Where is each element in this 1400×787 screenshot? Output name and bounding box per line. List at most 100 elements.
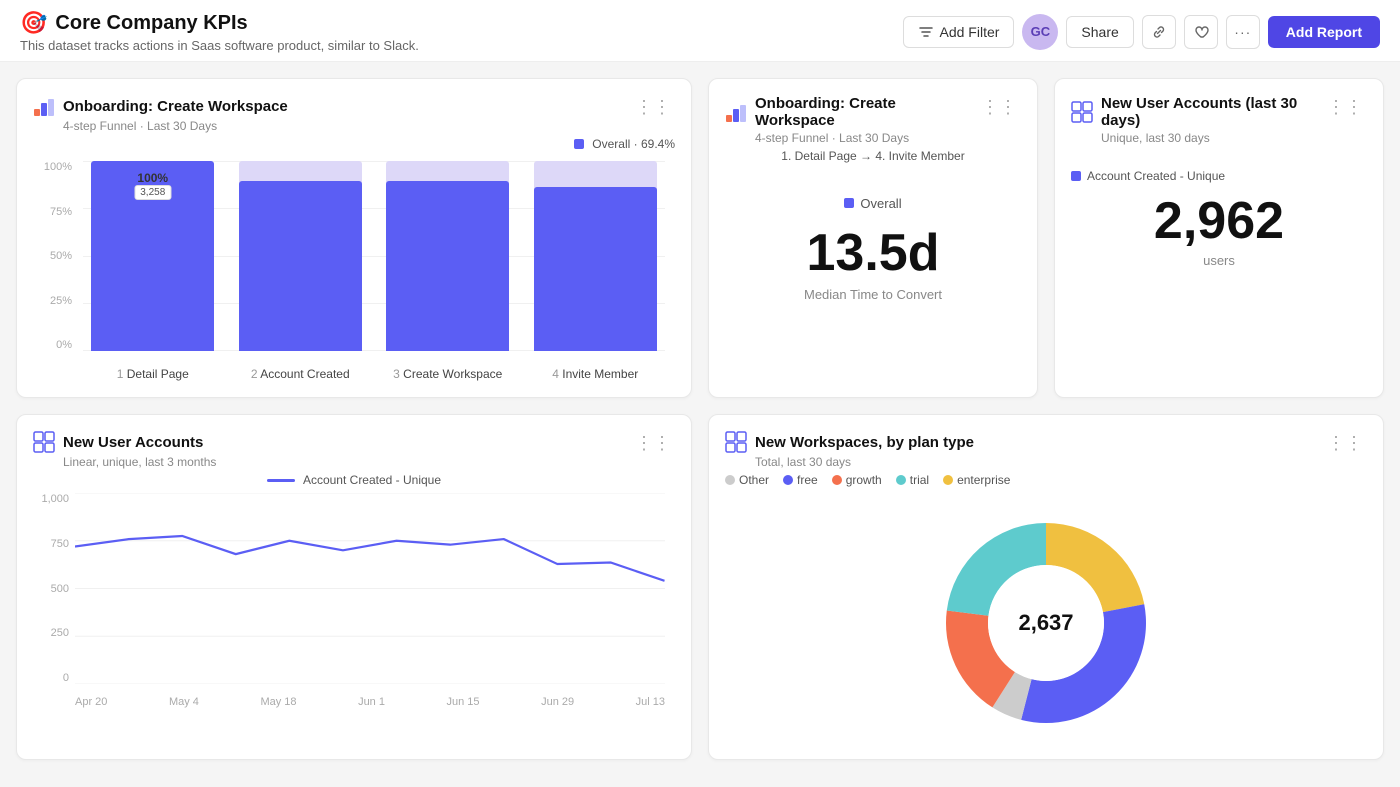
header-actions: Add Filter GC Share ··· Add Report bbox=[903, 14, 1381, 50]
donut-wrapper: 2,637 bbox=[926, 503, 1166, 743]
legend-enterprise: enterprise bbox=[943, 473, 1010, 487]
line-chart-title: New User Accounts bbox=[63, 434, 203, 451]
add-report-button[interactable]: Add Report bbox=[1268, 16, 1380, 48]
link-icon-button[interactable] bbox=[1142, 15, 1176, 49]
bar-fill-4 bbox=[534, 187, 657, 351]
metric-value: 2,962 bbox=[1071, 195, 1367, 247]
add-filter-button[interactable]: Add Filter bbox=[903, 16, 1015, 48]
funnel-left-menu-button[interactable]: ⋮⋮ bbox=[631, 95, 675, 120]
bar-group-2: 89.63% 2,920 bbox=[231, 161, 371, 351]
donut-title: New Workspaces, by plan type bbox=[755, 434, 974, 451]
user-avatar[interactable]: GC bbox=[1022, 14, 1058, 50]
line-chart-icon bbox=[33, 431, 55, 453]
donut-svg-container: 2,637 bbox=[725, 503, 1367, 743]
trial-dot bbox=[896, 475, 906, 485]
funnel-right-title-area: Onboarding: Create Workspace 4-step Funn… bbox=[725, 95, 977, 145]
funnel-right-header: Onboarding: Create Workspace 4-step Funn… bbox=[725, 95, 1021, 145]
donut-legend: Other free growth trial enterprise bbox=[725, 473, 1367, 487]
funnel-right-menu-button[interactable]: ⋮⋮ bbox=[977, 95, 1021, 120]
funnel-left-title-area: Onboarding: Create Workspace 4-step Funn… bbox=[33, 95, 288, 133]
median-value: 13.5d bbox=[725, 227, 1021, 279]
median-subtext: Median Time to Convert bbox=[725, 287, 1021, 302]
metric-card-header: New User Accounts (last 30 days) Unique,… bbox=[1071, 95, 1367, 145]
line-legend-dash bbox=[267, 479, 295, 482]
header-left: 🎯 Core Company KPIs This dataset tracks … bbox=[20, 10, 891, 53]
free-dot bbox=[783, 475, 793, 485]
line-chart-svg-area: 1,000 750 500 250 0 Apr 20 bbox=[33, 493, 675, 708]
donut-chart-header: New Workspaces, by plan type Total, last… bbox=[725, 431, 1367, 469]
bar-group-1: 100% 3,258 bbox=[83, 161, 223, 351]
bar-fill-2 bbox=[239, 181, 362, 351]
enterprise-dot bbox=[943, 475, 953, 485]
x-label-1: 1 Detail Page bbox=[83, 367, 223, 381]
funnel-chart-area: 100% 75% 50% 25% 0% 100% 3,2 bbox=[33, 161, 675, 381]
funnel-left-chart-icon bbox=[33, 95, 55, 117]
donut-menu-button[interactable]: ⋮⋮ bbox=[1323, 431, 1367, 456]
favorite-icon-button[interactable] bbox=[1184, 15, 1218, 49]
line-chart-title-area: New User Accounts Linear, unique, last 3… bbox=[33, 431, 216, 469]
line-chart-legend: Account Created - Unique bbox=[33, 473, 675, 487]
funnel-right-card: Onboarding: Create Workspace 4-step Funn… bbox=[708, 78, 1038, 398]
bar-fill-3 bbox=[386, 181, 509, 351]
bar-group-4: 86.56% 2,261 bbox=[526, 161, 666, 351]
median-display: Overall 13.5d Median Time to Convert bbox=[725, 175, 1021, 312]
page-subtitle: This dataset tracks actions in Saas soft… bbox=[20, 38, 891, 53]
metric-title: New User Accounts (last 30 days) bbox=[1101, 95, 1323, 129]
metric-title-row: New User Accounts (last 30 days) bbox=[1071, 95, 1323, 129]
legend-growth: growth bbox=[832, 473, 882, 487]
bars-container: 100% 3,258 89.63% 2,920 bbox=[83, 161, 665, 351]
top-right-area: Onboarding: Create Workspace 4-step Funn… bbox=[708, 78, 1384, 398]
metric-title-area: New User Accounts (last 30 days) Unique,… bbox=[1071, 95, 1323, 145]
funnel-right-subtitle: 4-step Funnel · Last 30 Days bbox=[755, 131, 977, 145]
funnel-right-chart-icon bbox=[725, 101, 747, 123]
legend-overall-label: Overall · 69.4% bbox=[592, 137, 675, 151]
metric-legend: Account Created - Unique bbox=[1071, 169, 1367, 183]
legend-other: Other bbox=[725, 473, 769, 487]
legend-overall-dot bbox=[574, 139, 584, 149]
main-content: Onboarding: Create Workspace 4-step Funn… bbox=[0, 62, 1400, 776]
bar-bg-4 bbox=[534, 161, 657, 351]
metric-display: Account Created - Unique 2,962 users bbox=[1071, 149, 1367, 278]
line-y-axis: 1,000 750 500 250 0 bbox=[33, 493, 75, 684]
heart-icon bbox=[1193, 24, 1209, 40]
more-options-button[interactable]: ··· bbox=[1226, 15, 1260, 49]
line-chart-subtitle: Linear, unique, last 3 months bbox=[63, 455, 216, 469]
step-path: 1. Detail Page → 4. Invite Member bbox=[725, 149, 1021, 163]
funnel-left-subtitle: 4-step Funnel · Last 30 Days bbox=[63, 119, 288, 133]
funnel-left-title: Onboarding: Create Workspace bbox=[63, 98, 288, 115]
donut-center-value: 2,637 bbox=[1018, 610, 1073, 636]
x-label-2: 2 Account Created bbox=[231, 367, 371, 381]
bar-bg-3 bbox=[386, 161, 509, 351]
legend-trial: trial bbox=[896, 473, 929, 487]
median-legend-label: Overall bbox=[844, 196, 901, 211]
donut-chart-card: New Workspaces, by plan type Total, last… bbox=[708, 414, 1384, 760]
metric-menu-button[interactable]: ⋮⋮ bbox=[1323, 95, 1367, 120]
donut-subtitle: Total, last 30 days bbox=[755, 455, 974, 469]
bar-bg-2 bbox=[239, 161, 362, 351]
header: 🎯 Core Company KPIs This dataset tracks … bbox=[0, 0, 1400, 62]
funnel-right-title: Onboarding: Create Workspace bbox=[755, 95, 977, 129]
donut-title-area: New Workspaces, by plan type Total, last… bbox=[725, 431, 974, 469]
y-axis: 100% 75% 50% 25% 0% bbox=[33, 161, 78, 351]
funnel-left-card-header: Onboarding: Create Workspace 4-step Funn… bbox=[33, 95, 675, 133]
median-legend-dot bbox=[844, 198, 854, 208]
app-logo: 🎯 bbox=[20, 10, 47, 36]
bar-label-1: 100% 3,258 bbox=[134, 171, 171, 200]
line-svg bbox=[75, 493, 665, 684]
metric-subtext: users bbox=[1071, 253, 1367, 268]
metric-card: New User Accounts (last 30 days) Unique,… bbox=[1054, 78, 1384, 398]
line-chart-card: New User Accounts Linear, unique, last 3… bbox=[16, 414, 692, 760]
x-label-3: 3 Create Workspace bbox=[378, 367, 518, 381]
line-chart-title-row: New User Accounts bbox=[33, 431, 216, 453]
funnel-left-title-row: Onboarding: Create Workspace bbox=[33, 95, 288, 117]
line-chart-menu-button[interactable]: ⋮⋮ bbox=[631, 431, 675, 456]
page-title: Core Company KPIs bbox=[55, 12, 247, 35]
bar-group-3: 89.45% 2,612 bbox=[378, 161, 518, 351]
title-row: 🎯 Core Company KPIs bbox=[20, 10, 891, 36]
share-button[interactable]: Share bbox=[1066, 16, 1133, 48]
metric-subtitle: Unique, last 30 days bbox=[1101, 131, 1323, 145]
x-label-4: 4 Invite Member bbox=[526, 367, 666, 381]
filter-icon bbox=[918, 24, 934, 40]
line-x-axis: Apr 20 May 4 May 18 Jun 1 Jun 15 Jun 29 … bbox=[75, 696, 665, 708]
legend-free: free bbox=[783, 473, 818, 487]
